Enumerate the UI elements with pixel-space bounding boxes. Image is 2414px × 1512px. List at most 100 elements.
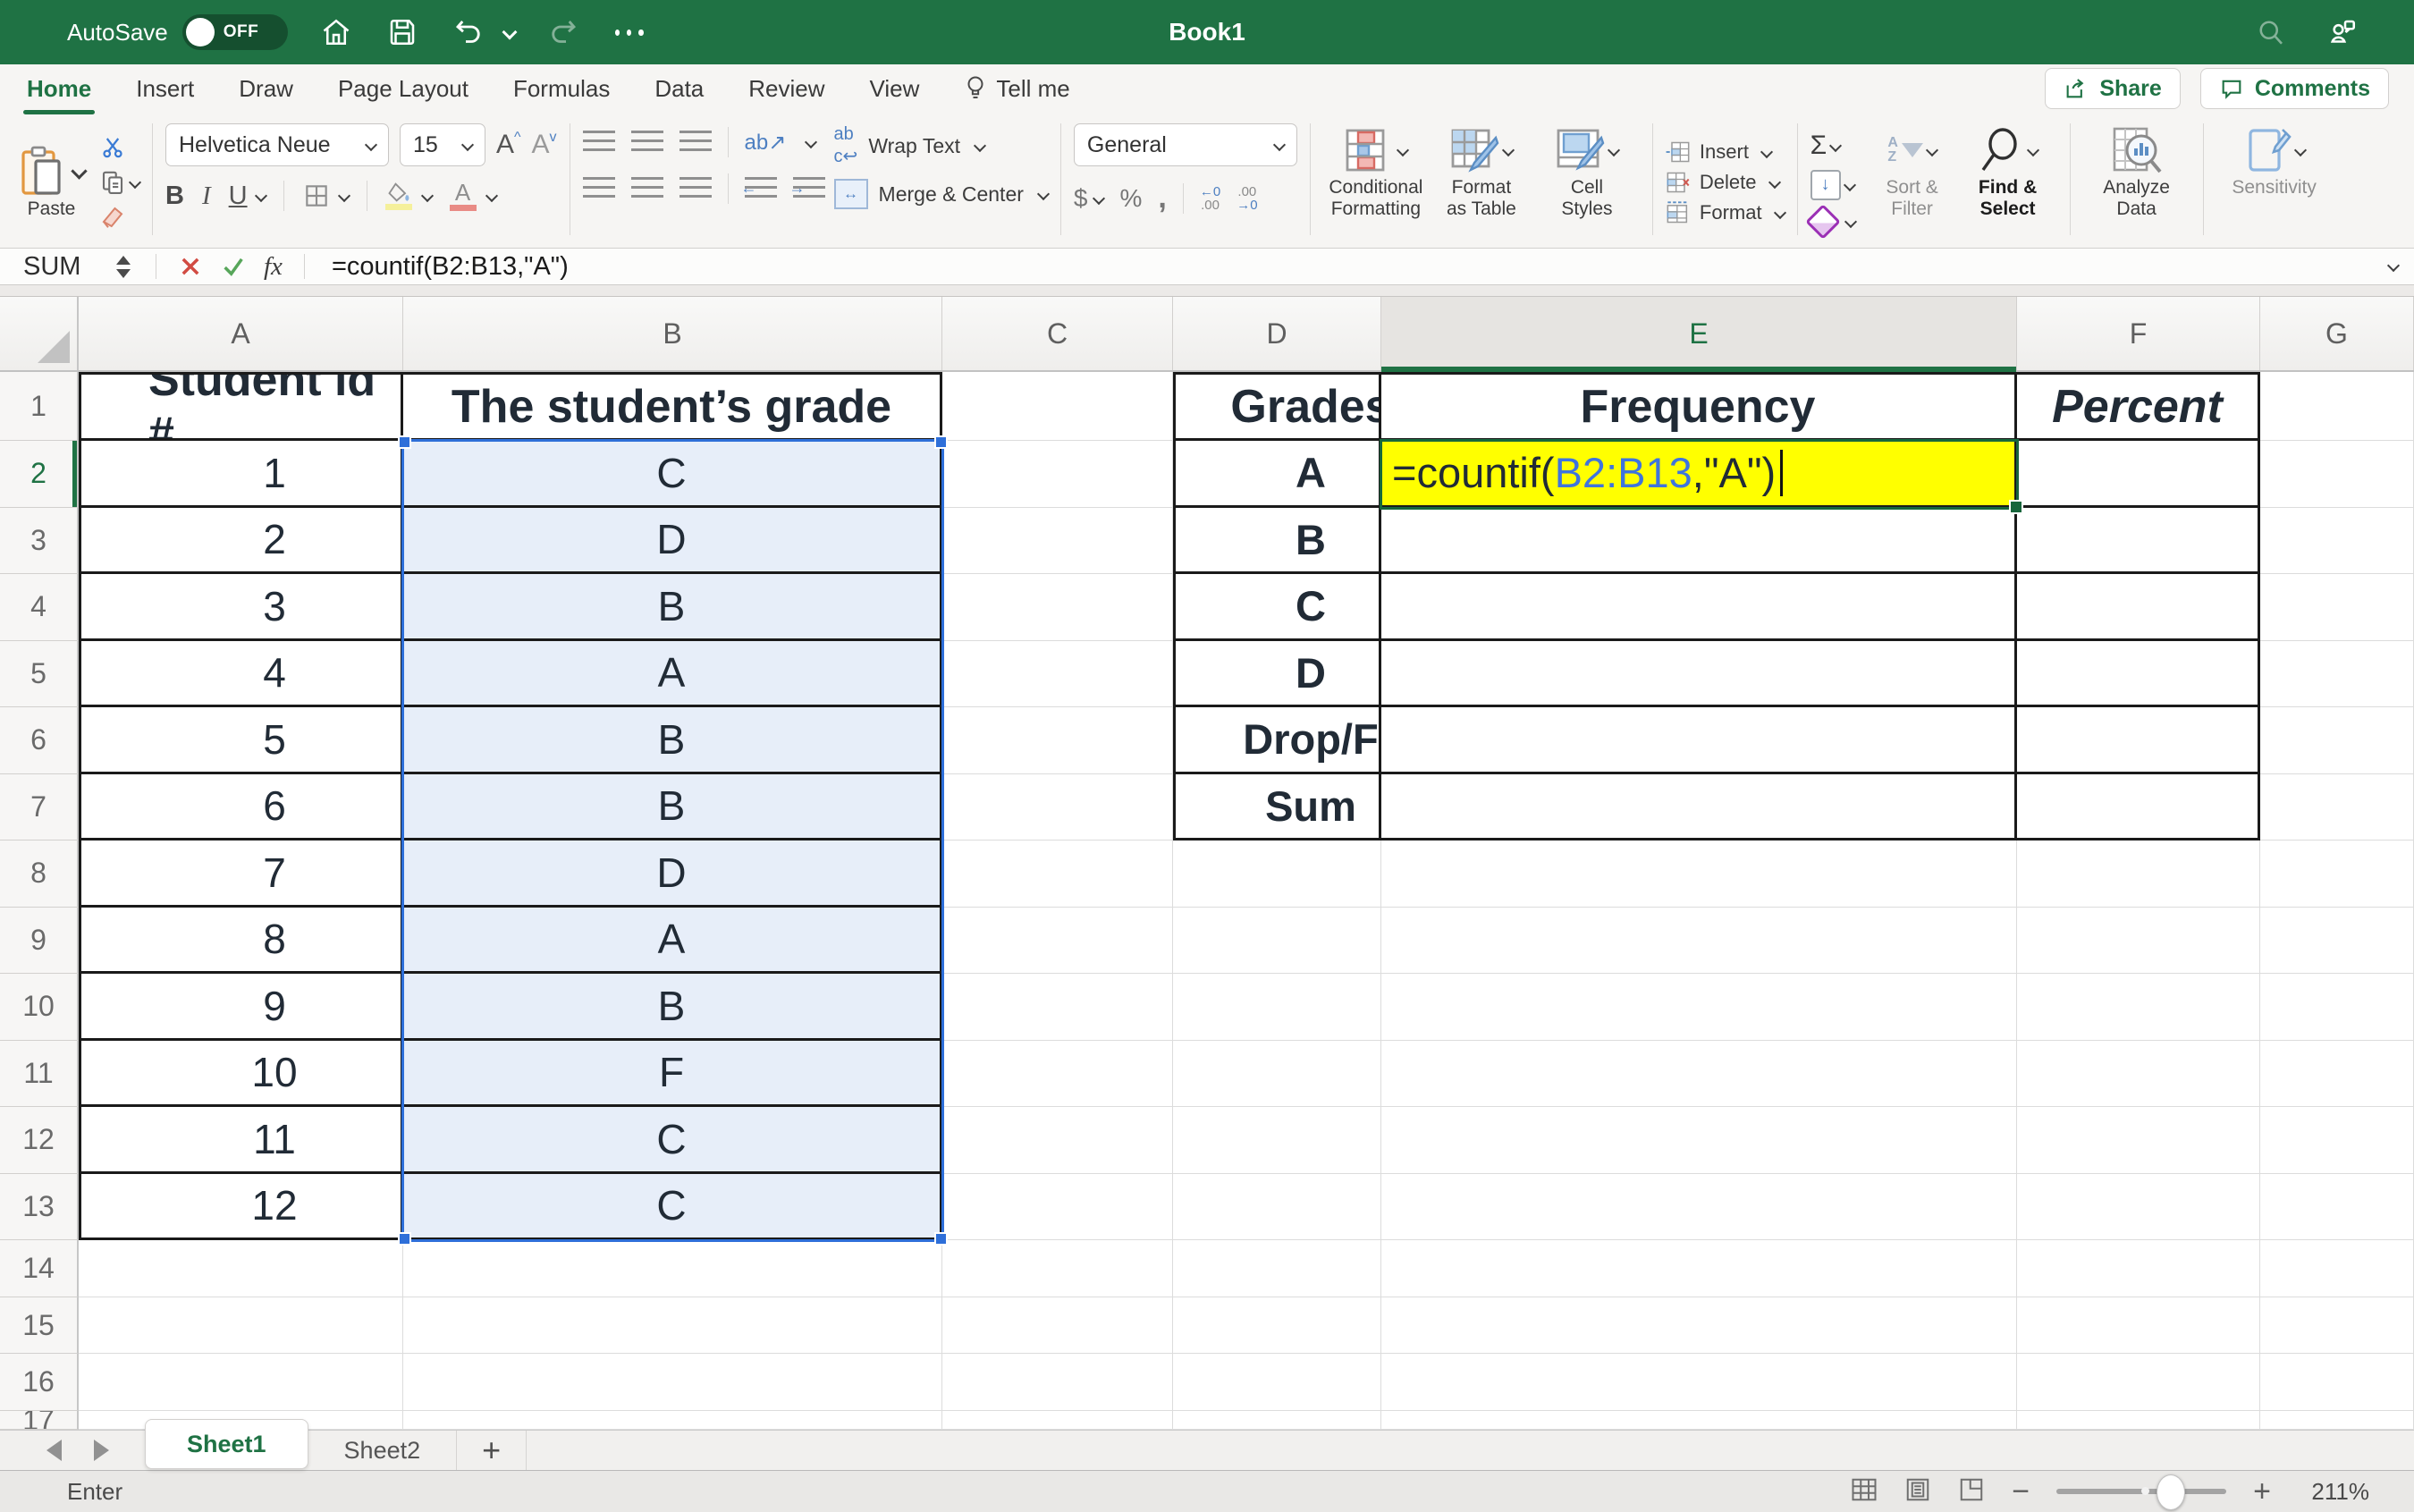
- sheet-tab-sheet2[interactable]: Sheet2: [308, 1431, 458, 1470]
- copy-menu-icon[interactable]: [128, 175, 142, 189]
- decrease-decimal-button[interactable]: .00 →0: [1237, 185, 1257, 212]
- column-header-E[interactable]: E: [1381, 297, 2017, 372]
- clear-button[interactable]: [1804, 203, 1857, 240]
- autosum-button[interactable]: Σ: [1810, 131, 1855, 161]
- save-icon[interactable]: [384, 14, 420, 50]
- cell-G15[interactable]: [2260, 1297, 2414, 1355]
- cell-G3[interactable]: [2260, 507, 2414, 574]
- ribbon-tab-formulas[interactable]: Formulas: [511, 70, 612, 108]
- name-box-stepper[interactable]: [116, 249, 131, 284]
- cell-G7[interactable]: [2260, 773, 2414, 840]
- align-bottom-icon[interactable]: [679, 131, 712, 154]
- cell-A11[interactable]: 10: [79, 1040, 403, 1107]
- cell-D13[interactable]: [1173, 1173, 1381, 1240]
- percent-button[interactable]: %: [1119, 184, 1142, 213]
- format-cells-button[interactable]: Format: [1666, 201, 1786, 224]
- cell-E10[interactable]: [1381, 974, 2017, 1041]
- fill-color-menu-icon[interactable]: [420, 189, 434, 203]
- underline-menu-icon[interactable]: [254, 189, 267, 203]
- cell-E16[interactable]: [1381, 1354, 2017, 1412]
- cell-B4[interactable]: B: [403, 574, 942, 641]
- cell-B16[interactable]: [403, 1354, 942, 1412]
- cell-A1[interactable]: Student id #: [79, 372, 403, 441]
- comma-button[interactable]: ,: [1158, 181, 1166, 215]
- format-menu-icon[interactable]: [1773, 206, 1786, 219]
- cell-E6[interactable]: [1381, 707, 2017, 774]
- cell-F9[interactable]: [2017, 907, 2260, 974]
- cell-F7[interactable]: [2017, 773, 2260, 840]
- cell-styles-button[interactable]: Cell Styles: [1534, 120, 1640, 244]
- cell-C11[interactable]: [942, 1040, 1173, 1107]
- cell-B3[interactable]: D: [403, 507, 942, 574]
- ribbon-tab-page-layout[interactable]: Page Layout: [336, 70, 470, 108]
- ribbon-tab-insert[interactable]: Insert: [134, 70, 196, 108]
- cell-F15[interactable]: [2017, 1297, 2260, 1355]
- orientation-menu-icon[interactable]: [805, 135, 818, 149]
- cell-G16[interactable]: [2260, 1354, 2414, 1412]
- analyze-data-button[interactable]: Analyze Data: [2083, 120, 2190, 244]
- row-header-8[interactable]: 8: [0, 840, 79, 908]
- cell-A9[interactable]: 8: [79, 907, 403, 974]
- fill-color-button[interactable]: [384, 182, 412, 210]
- cell-F6[interactable]: [2017, 707, 2260, 774]
- cell-G5[interactable]: [2260, 640, 2414, 707]
- increase-indent-icon[interactable]: [789, 177, 825, 200]
- row-header-12[interactable]: 12: [0, 1107, 79, 1174]
- name-box[interactable]: SUM: [0, 249, 143, 284]
- ribbon-tab-data[interactable]: Data: [653, 70, 705, 108]
- cancel-button[interactable]: [178, 254, 203, 279]
- cell-F12[interactable]: [2017, 1107, 2260, 1174]
- cell-D12[interactable]: [1173, 1107, 1381, 1174]
- sheet-nav-left-icon[interactable]: [46, 1440, 62, 1461]
- format-painter-button[interactable]: [99, 204, 126, 231]
- align-top-icon[interactable]: [582, 131, 615, 154]
- cell-E1[interactable]: Frequency: [1381, 372, 2017, 441]
- currency-menu-icon[interactable]: [1093, 191, 1106, 205]
- cell-D3[interactable]: B: [1173, 507, 1381, 574]
- column-header-G[interactable]: G: [2260, 297, 2414, 370]
- conditional-formatting-menu-icon[interactable]: [1397, 143, 1410, 157]
- cell-B6[interactable]: B: [403, 707, 942, 774]
- cell-F1[interactable]: Percent: [2017, 372, 2260, 441]
- row-header-16[interactable]: 16: [0, 1354, 79, 1412]
- page-break-view-icon[interactable]: [1958, 1477, 1985, 1507]
- column-header-D[interactable]: D: [1173, 297, 1381, 370]
- format-as-table-button[interactable]: Format as Table: [1429, 120, 1534, 244]
- cell-B1[interactable]: The student’s grade: [403, 372, 942, 441]
- sort-filter-button[interactable]: AZ Sort & Filter: [1866, 120, 1959, 244]
- cell-E12[interactable]: [1381, 1107, 2017, 1174]
- insert-menu-icon[interactable]: [1760, 145, 1774, 158]
- cell-C13[interactable]: [942, 1173, 1173, 1240]
- cell-A16[interactable]: [79, 1354, 403, 1412]
- delete-cells-button[interactable]: Delete: [1666, 171, 1785, 194]
- sheet-tab-sheet1[interactable]: Sheet1: [145, 1419, 308, 1469]
- cell-G12[interactable]: [2260, 1107, 2414, 1174]
- cell-D8[interactable]: [1173, 840, 1381, 908]
- cell-A10[interactable]: 9: [79, 974, 403, 1041]
- cell-G1[interactable]: [2260, 372, 2414, 441]
- zoom-out-button[interactable]: −: [2012, 1474, 2030, 1509]
- column-header-F[interactable]: F: [2017, 297, 2260, 370]
- delete-menu-icon[interactable]: [1768, 175, 1781, 189]
- align-center-icon[interactable]: [630, 177, 663, 200]
- row-header-13[interactable]: 13: [0, 1173, 79, 1240]
- cell-F13[interactable]: [2017, 1173, 2260, 1240]
- cell-G8[interactable]: [2260, 840, 2414, 908]
- cell-D2[interactable]: A: [1173, 441, 1381, 508]
- row-header-17[interactable]: 17: [0, 1411, 79, 1430]
- normal-view-icon[interactable]: [1851, 1477, 1878, 1507]
- sheet-nav-right-icon[interactable]: [94, 1440, 109, 1461]
- cell-F2[interactable]: [2017, 441, 2260, 508]
- align-middle-icon[interactable]: [630, 131, 663, 154]
- ribbon-tab-tell-me[interactable]: Tell me: [962, 70, 1071, 108]
- undo-menu-icon[interactable]: [502, 24, 518, 40]
- cell-B13[interactable]: C: [403, 1173, 942, 1240]
- cell-F16[interactable]: [2017, 1354, 2260, 1412]
- cell-A15[interactable]: [79, 1297, 403, 1355]
- number-format-select[interactable]: General: [1073, 123, 1297, 166]
- increase-decimal-button[interactable]: ←0.00: [1200, 185, 1220, 212]
- cell-D6[interactable]: Drop/F: [1173, 707, 1381, 774]
- fill-menu-icon[interactable]: [1843, 178, 1856, 191]
- cell-F10[interactable]: [2017, 974, 2260, 1041]
- cell-A7[interactable]: 6: [79, 773, 403, 840]
